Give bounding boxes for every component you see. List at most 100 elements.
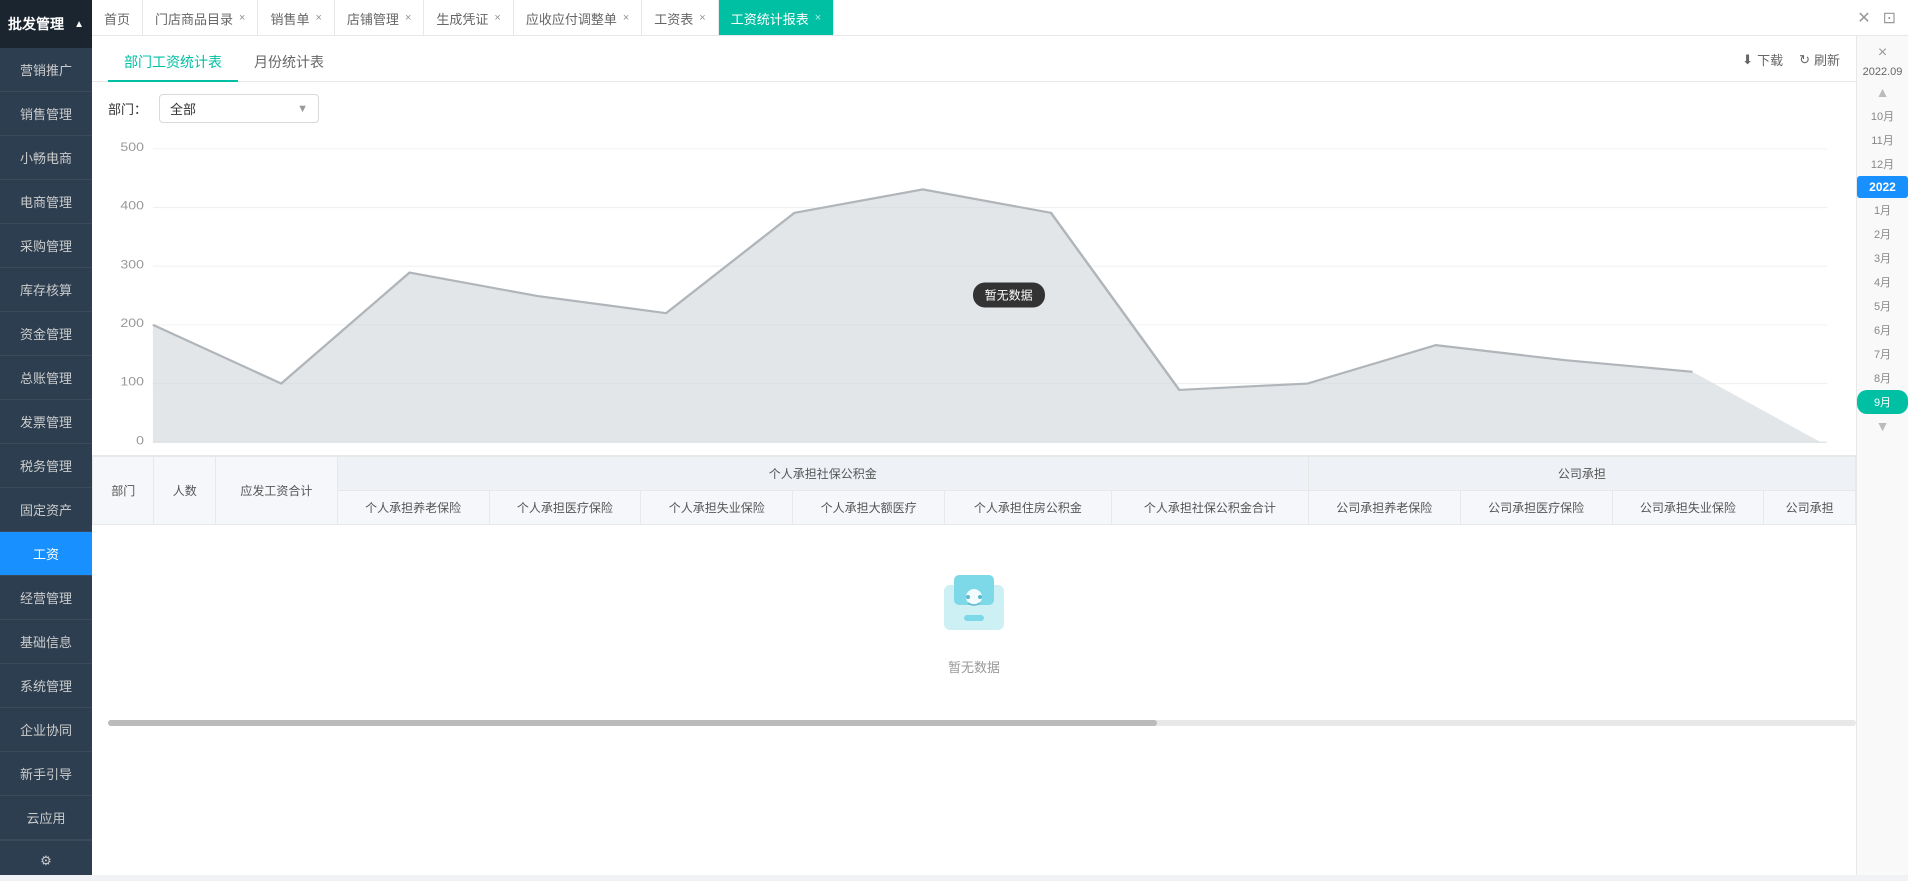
tabs-container: 首页门店商品目录×销售单×店铺管理×生成凭证×应收应付调整单×工资表×工资统计报… xyxy=(92,0,834,35)
download-link[interactable]: ⬇ 下载 xyxy=(1742,50,1783,69)
tab-店铺管理[interactable]: 店铺管理× xyxy=(335,0,424,36)
svg-text:500: 500 xyxy=(120,140,144,154)
department-select-value: 全部 xyxy=(170,99,196,118)
tab-close-icon[interactable]: × xyxy=(815,12,821,24)
timeline-month-10月[interactable]: 10月 xyxy=(1857,104,1908,128)
scrollbar-thumb xyxy=(108,720,1157,726)
filter-label: 部门： xyxy=(108,99,147,118)
th-personal-medical: 个人承担医疗保险 xyxy=(489,491,641,525)
th-personal-insurance-group: 个人承担社保公积金 xyxy=(337,457,1308,491)
sidebar-item-电商管理[interactable]: 电商管理 xyxy=(0,180,92,224)
sidebar-item-企业协同[interactable]: 企业协同 xyxy=(0,708,92,752)
sub-tab-部门工资统计表[interactable]: 部门工资统计表 xyxy=(108,46,238,82)
th-personal-unemploy: 个人承担失业保险 xyxy=(641,491,793,525)
sidebar-item-采购管理[interactable]: 采购管理 xyxy=(0,224,92,268)
th-personal-pension: 个人承担养老保险 xyxy=(337,491,489,525)
timeline-month-2月[interactable]: 2月 xyxy=(1857,222,1908,246)
timeline-year: 2022.09 xyxy=(1863,66,1903,78)
sub-tab-月份统计表[interactable]: 月份统计表 xyxy=(238,46,340,82)
sub-tabs-container: 部门工资统计表月份统计表 xyxy=(108,46,340,81)
tab-工资表[interactable]: 工资表× xyxy=(642,0,718,36)
th-company-pension: 公司承担养老保险 xyxy=(1308,491,1460,525)
tab-close-icon[interactable]: × xyxy=(315,12,321,24)
sidebar-item-基础信息[interactable]: 基础信息 xyxy=(0,620,92,664)
empty-text: 暂无数据 xyxy=(948,657,1000,676)
th-department: 部门 xyxy=(93,457,154,525)
sidebar-item-资金管理[interactable]: 资金管理 xyxy=(0,312,92,356)
tab-close-icon[interactable]: × xyxy=(405,12,411,24)
sidebar-item-小畅电商[interactable]: 小畅电商 xyxy=(0,136,92,180)
tab-close-icon[interactable]: × xyxy=(699,12,705,24)
table-subheader-row: 个人承担养老保险 个人承担医疗保险 个人承担失业保险 个人承担大额医疗 个人承担… xyxy=(93,491,1856,525)
timeline-month-11月[interactable]: 11月 xyxy=(1857,128,1908,152)
th-company-other: 公司承担 xyxy=(1764,491,1856,525)
scrollbar-track xyxy=(108,720,1856,726)
sidebar-arrow-icon: ▲ xyxy=(74,19,84,30)
chart-area: 0 100 200 300 400 500 xyxy=(92,135,1856,455)
svg-text:300: 300 xyxy=(120,257,144,271)
th-people: 人数 xyxy=(154,457,215,525)
timeline-month-9月[interactable]: 9月 xyxy=(1857,390,1908,414)
download-icon: ⬇ xyxy=(1742,52,1753,68)
timeline-month-1月[interactable]: 1月 xyxy=(1857,198,1908,222)
timeline-month-5月[interactable]: 5月 xyxy=(1857,294,1908,318)
content-area: 部门工资统计表月份统计表 ⬇ 下载 ↻ 刷新 部门： 全部 ▼ xyxy=(92,36,1908,875)
download-label: 下载 xyxy=(1757,50,1783,69)
tab-首页[interactable]: 首页 xyxy=(92,0,143,36)
tab-close-icon[interactable]: × xyxy=(494,12,500,24)
sidebar-header[interactable]: 批发管理 ▲ xyxy=(0,0,92,48)
sidebar-item-系统管理[interactable]: 系统管理 xyxy=(0,664,92,708)
chart-container: 0 100 200 300 400 500 xyxy=(108,135,1840,455)
sidebar-item-工资[interactable]: 工资 xyxy=(0,532,92,576)
sidebar-items: 营销推广销售管理小畅电商电商管理采购管理库存核算资金管理总账管理发票管理税务管理… xyxy=(0,48,92,840)
tab-工资统计报表[interactable]: 工资统计报表× xyxy=(719,0,834,36)
timeline-up-button[interactable]: ▲ xyxy=(1872,80,1894,104)
sidebar-item-固定资产[interactable]: 固定资产 xyxy=(0,488,92,532)
sidebar-item-销售管理[interactable]: 销售管理 xyxy=(0,92,92,136)
refresh-icon: ↻ xyxy=(1799,52,1810,68)
tab-销售单[interactable]: 销售单× xyxy=(258,0,334,36)
tab-close-icon[interactable]: × xyxy=(239,12,245,24)
department-select[interactable]: 全部 ▼ xyxy=(159,94,319,123)
main-area: 首页门店商品目录×销售单×店铺管理×生成凭证×应收应付调整单×工资表×工资统计报… xyxy=(92,0,1908,875)
timeline-down-button[interactable]: ▼ xyxy=(1872,414,1894,438)
sidebar-item-新手引导[interactable]: 新手引导 xyxy=(0,752,92,796)
tab-生成凭证[interactable]: 生成凭证× xyxy=(424,0,513,36)
empty-icon xyxy=(934,565,1014,645)
tab-bar-actions: ✕ ⊡ xyxy=(1853,4,1908,32)
data-table: 部门 人数 应发工资合计 个人承担社保公积金 公司承担 个人承担养老保险 个人承… xyxy=(92,456,1856,716)
horizontal-scrollbar[interactable] xyxy=(92,716,1856,730)
tab-bar: 首页门店商品目录×销售单×店铺管理×生成凭证×应收应付调整单×工资表×工资统计报… xyxy=(92,0,1908,36)
chart-polygon xyxy=(153,189,1821,442)
th-company-insurance-group: 公司承担 xyxy=(1308,457,1855,491)
th-company-unemploy: 公司承担失业保险 xyxy=(1612,491,1764,525)
timeline-month-6月[interactable]: 6月 xyxy=(1857,318,1908,342)
filter-bar: 部门： 全部 ▼ xyxy=(92,82,1856,135)
timeline-panel: × 2022.09 ▲ 10月11月12月20221月2月3月4月5月6月7月8… xyxy=(1856,36,1908,875)
tab-bar-close-button[interactable]: ✕ xyxy=(1853,4,1874,32)
timeline-month-2022[interactable]: 2022 xyxy=(1857,176,1908,198)
tab-bar-restore-button[interactable]: ⊡ xyxy=(1879,4,1900,32)
sidebar-item-库存核算[interactable]: 库存核算 xyxy=(0,268,92,312)
timeline-month-4月[interactable]: 4月 xyxy=(1857,270,1908,294)
timeline-month-12月[interactable]: 12月 xyxy=(1857,152,1908,176)
timeline-months: 10月11月12月20221月2月3月4月5月6月7月8月9月 xyxy=(1857,104,1908,414)
sidebar-item-税务管理[interactable]: 税务管理 xyxy=(0,444,92,488)
tab-门店商品目录[interactable]: 门店商品目录× xyxy=(143,0,258,36)
timeline-month-3月[interactable]: 3月 xyxy=(1857,246,1908,270)
refresh-link[interactable]: ↻ 刷新 xyxy=(1799,50,1840,69)
empty-state: 暂无数据 xyxy=(93,525,1856,716)
tab-应收应付调整单[interactable]: 应收应付调整单× xyxy=(514,0,642,36)
th-company-medical: 公司承担医疗保险 xyxy=(1460,491,1612,525)
sidebar-item-发票管理[interactable]: 发票管理 xyxy=(0,400,92,444)
sidebar-item-总账管理[interactable]: 总账管理 xyxy=(0,356,92,400)
timeline-month-8月[interactable]: 8月 xyxy=(1857,366,1908,390)
chevron-down-icon: ▼ xyxy=(297,103,308,115)
sidebar-item-云应用[interactable]: 云应用 xyxy=(0,796,92,840)
sidebar-item-经营管理[interactable]: 经营管理 xyxy=(0,576,92,620)
main-panel: 部门工资统计表月份统计表 ⬇ 下载 ↻ 刷新 部门： 全部 ▼ xyxy=(92,36,1856,875)
sidebar-item-营销推广[interactable]: 营销推广 xyxy=(0,48,92,92)
tab-close-icon[interactable]: × xyxy=(623,12,629,24)
timeline-month-7月[interactable]: 7月 xyxy=(1857,342,1908,366)
timeline-close-button[interactable]: × xyxy=(1878,44,1887,62)
